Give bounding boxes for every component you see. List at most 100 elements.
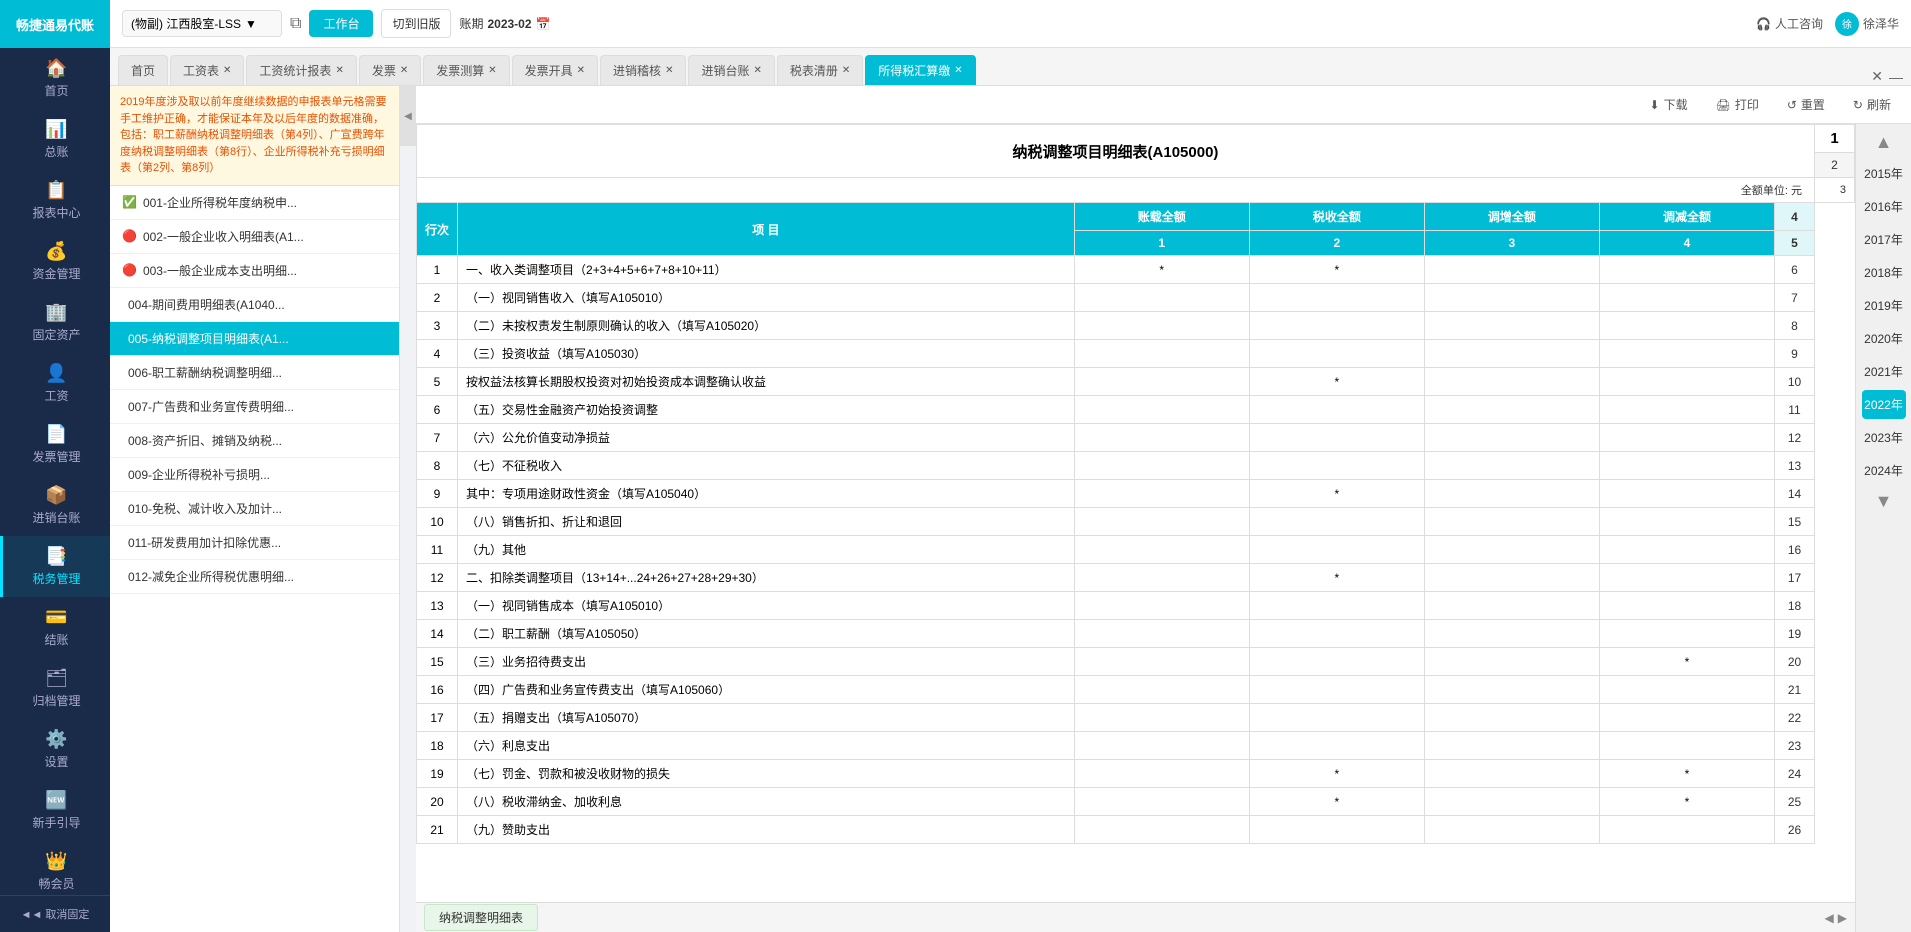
tab-close-9[interactable]: ✕ <box>954 65 962 76</box>
table-row[interactable]: 6（五）交易性金融资产初始投资调整11 <box>417 396 1855 424</box>
table-row[interactable]: 2（一）视同销售收入（填写A105010）7 <box>417 284 1855 312</box>
calendar-icon[interactable]: 📅 <box>536 17 551 31</box>
collapse-button[interactable]: ◀ <box>400 86 416 146</box>
sidebar-item-3[interactable]: 💰资金管理 <box>0 231 110 292</box>
table-row[interactable]: 21（九）赞助支出26 <box>417 816 1855 844</box>
table-row[interactable]: 18（六）利息支出23 <box>417 732 1855 760</box>
table-row[interactable]: 11（九）其他16 <box>417 536 1855 564</box>
year-btn-2017[interactable]: 2017年 <box>1862 225 1906 254</box>
tab-close-2[interactable]: ✕ <box>335 65 343 76</box>
left-list-item-0[interactable]: ✅001-企业所得税年度纳税申... <box>110 186 399 220</box>
year-btn-2023[interactable]: 2023年 <box>1862 423 1906 452</box>
tab-2[interactable]: 工资统计报表✕ <box>246 55 356 85</box>
table-row[interactable]: 12二、扣除类调整项目（13+14+...24+26+27+28+29+30）*… <box>417 564 1855 592</box>
year-btn-2020[interactable]: 2020年 <box>1862 324 1906 353</box>
download-button[interactable]: ⬇ 下载 <box>1642 92 1696 117</box>
tab-close-8[interactable]: ✕ <box>842 65 850 76</box>
tab-7[interactable]: 进销台账✕ <box>688 55 774 85</box>
table-row[interactable]: 8（七）不征税收入13 <box>417 452 1855 480</box>
sidebar-item-11[interactable]: ⚙️设置 <box>0 719 110 780</box>
table-row[interactable]: 14（二）职工薪酬（填写A105050）19 <box>417 620 1855 648</box>
table-row[interactable]: 16（四）广告费和业务宣传费支出（填写A105060）21 <box>417 676 1855 704</box>
left-list-item-8[interactable]: 009-企业所得税补亏损明... <box>110 458 399 492</box>
table-row[interactable]: 17（五）捐赠支出（填写A105070）22 <box>417 704 1855 732</box>
bottom-tab-sheet[interactable]: 纳税调整明细表 <box>424 904 538 931</box>
table-row[interactable]: 13（一）视同销售成本（填写A105010）18 <box>417 592 1855 620</box>
copy-icon[interactable]: ⧉ <box>290 15 301 33</box>
tab-9[interactable]: 所得税汇算缴✕ <box>865 55 975 85</box>
tab-0[interactable]: 首页 <box>118 55 168 85</box>
year-scroll-down-button[interactable]: ▼ <box>1871 487 1897 516</box>
year-btn-2021[interactable]: 2021年 <box>1862 357 1906 386</box>
sidebar-item-1[interactable]: 📊总账 <box>0 109 110 170</box>
table-row[interactable]: 1一、收入类调整项目（2+3+4+5+6+7+8+10+11）**6 <box>417 256 1855 284</box>
minimize-button[interactable]: — <box>1889 69 1903 85</box>
year-btn-2024[interactable]: 2024年 <box>1862 456 1906 485</box>
left-list-item-7[interactable]: 008-资产折旧、摊销及纳税... <box>110 424 399 458</box>
left-list-item-6[interactable]: 007-广告费和业务宣传费明细... <box>110 390 399 424</box>
table-row[interactable]: 3（二）未按权责发生制原则确认的收入（填写A105020）8 <box>417 312 1855 340</box>
sidebar-item-0[interactable]: 🏠首页 <box>0 48 110 109</box>
year-btn-2022[interactable]: 2022年 <box>1862 390 1906 419</box>
scroll-left-icon[interactable]: ◀ <box>1825 911 1834 925</box>
sidebar-icon-9: 💳 <box>45 607 67 628</box>
table-row[interactable]: 10（八）销售折扣、折让和退回15 <box>417 508 1855 536</box>
close-all-tabs-button[interactable]: ✕ <box>1871 68 1883 85</box>
sidebar-item-6[interactable]: 📄发票管理 <box>0 414 110 475</box>
tab-close-5[interactable]: ✕ <box>577 65 585 76</box>
sidebar-item-10[interactable]: 🗂归档管理 <box>0 658 110 719</box>
left-list-item-10[interactable]: 011-研发费用加计扣除优惠... <box>110 526 399 560</box>
sidebar-item-7[interactable]: 📦进销台账 <box>0 475 110 536</box>
table-row[interactable]: 20（八）税收滞纳金、加收利息**25 <box>417 788 1855 816</box>
left-list-item-11[interactable]: 012-减免企业所得税优惠明细... <box>110 560 399 594</box>
company-select[interactable]: (物副) 江西股室-LSS ▼ <box>122 10 282 37</box>
year-btn-2015[interactable]: 2015年 <box>1862 159 1906 188</box>
reset-button[interactable]: ↺ 重置 <box>1779 92 1833 117</box>
sidebar-item-12[interactable]: 🆕新手引导 <box>0 780 110 841</box>
year-btn-2019[interactable]: 2019年 <box>1862 291 1906 320</box>
sidebar-item-13[interactable]: 👑畅会员 <box>0 841 110 895</box>
print-button[interactable]: 🖨 打印 <box>1708 92 1767 117</box>
refresh-button[interactable]: ↻ 刷新 <box>1845 92 1899 117</box>
table-row[interactable]: 19（七）罚金、罚款和被没收财物的损失**24 <box>417 760 1855 788</box>
workbench-button[interactable]: 工作台 <box>309 10 373 37</box>
table-row[interactable]: 4（三）投资收益（填写A105030）9 <box>417 340 1855 368</box>
tab-6[interactable]: 进销稽核✕ <box>600 55 686 85</box>
sidebar-item-8[interactable]: 📑税务管理 <box>0 536 110 597</box>
tab-8[interactable]: 税表清册✕ <box>777 55 863 85</box>
table-row[interactable]: 5按权益法核算长期股权投资对初始投资成本调整确认收益*10 <box>417 368 1855 396</box>
sidebar-item-2[interactable]: 📋报表中心 <box>0 170 110 231</box>
service-button[interactable]: 🎧 人工咨询 <box>1756 15 1823 32</box>
user-menu[interactable]: 徐 徐泽华 <box>1835 12 1899 36</box>
year-btn-2016[interactable]: 2016年 <box>1862 192 1906 221</box>
left-panel: 2019年度涉及取以前年度继续数据的申报表单元格需要手工维护正确，才能保证本年及… <box>110 86 400 932</box>
table-unit-row: 全额单位: 元3 <box>417 178 1855 203</box>
tab-4[interactable]: 发票测算✕ <box>423 55 509 85</box>
scroll-right-icon[interactable]: ▶ <box>1838 911 1847 925</box>
sidebar-footer[interactable]: ◄◄ 取消固定 <box>0 895 110 932</box>
tab-close-6[interactable]: ✕ <box>665 65 673 76</box>
left-list-item-2[interactable]: 🔴003-一般企业成本支出明细... <box>110 254 399 288</box>
left-list-item-3[interactable]: 004-期间费用明细表(A1040... <box>110 288 399 322</box>
tab-5[interactable]: 发票开具✕ <box>512 55 598 85</box>
table-row[interactable]: 7（六）公允价值变动净损益12 <box>417 424 1855 452</box>
tab-close-3[interactable]: ✕ <box>400 65 408 76</box>
tab-1[interactable]: 工资表✕ <box>170 55 244 85</box>
table-container[interactable]: 纳税调整项目明细表(A105000)12全额单位: 元3行次项 目账载全额税收全… <box>416 124 1855 902</box>
table-row[interactable]: 9其中：专项用途财政性资金（填写A105040）*14 <box>417 480 1855 508</box>
tab-close-7[interactable]: ✕ <box>753 65 761 76</box>
sidebar-item-5[interactable]: 👤工资 <box>0 353 110 414</box>
old-version-button[interactable]: 切到旧版 <box>381 9 451 38</box>
sidebar-item-9[interactable]: 💳结账 <box>0 597 110 658</box>
left-list-item-5[interactable]: 006-职工薪酬纳税调整明细... <box>110 356 399 390</box>
tab-close-1[interactable]: ✕ <box>223 65 231 76</box>
table-row[interactable]: 15（三）业务招待费支出*20 <box>417 648 1855 676</box>
sidebar-item-4[interactable]: 🏢固定资产 <box>0 292 110 353</box>
tab-3[interactable]: 发票✕ <box>359 55 421 85</box>
left-list-item-1[interactable]: 🔴002-一般企业收入明细表(A1... <box>110 220 399 254</box>
left-list-item-4[interactable]: 005-纳税调整项目明细表(A1... <box>110 322 399 356</box>
tab-close-4[interactable]: ✕ <box>488 65 496 76</box>
year-scroll-up-button[interactable]: ▲ <box>1871 128 1897 157</box>
left-list-item-9[interactable]: 010-免税、减计收入及加计... <box>110 492 399 526</box>
year-btn-2018[interactable]: 2018年 <box>1862 258 1906 287</box>
